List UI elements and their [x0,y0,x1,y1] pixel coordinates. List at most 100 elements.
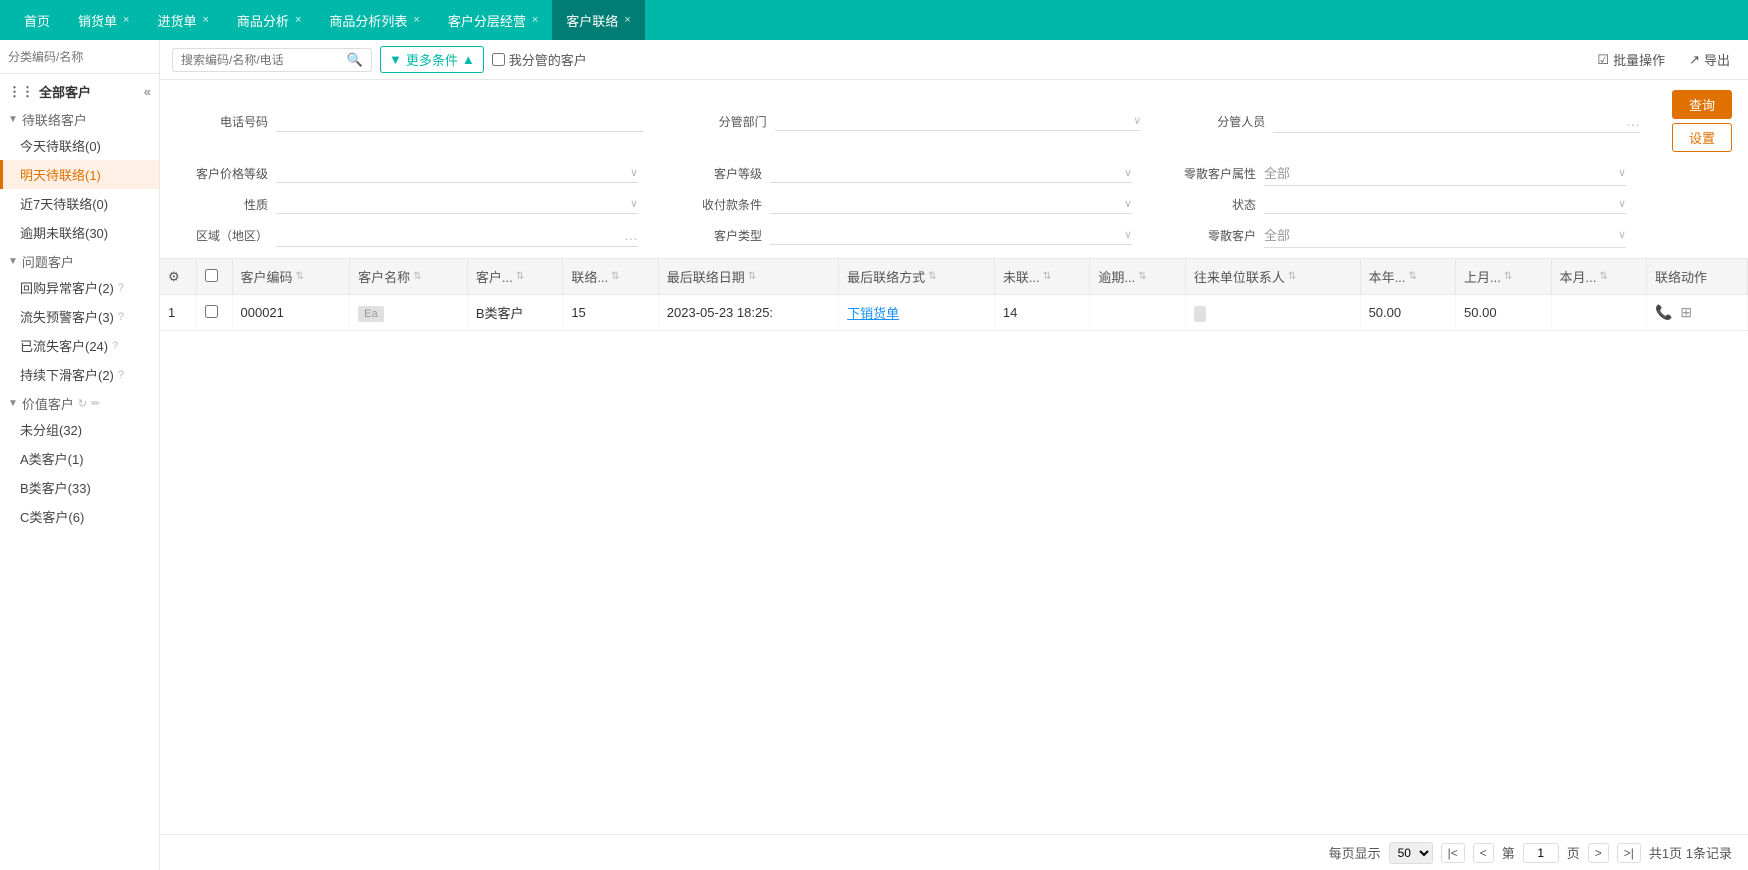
nav-purchase-order[interactable]: 进货单 × [143,0,222,40]
sidebar-item-class-c[interactable]: C类客户(6) [0,502,159,531]
sidebar-item-7days[interactable]: 近7天待联络(0) [0,189,159,218]
next-page-button[interactable]: > [1588,843,1609,863]
sidebar-item-repurchase-anomaly[interactable]: 回购异常客户(2) ? [0,273,159,302]
chevron-down-icon-5: ∨ [630,197,638,210]
phone-input[interactable] [276,111,643,132]
manager-dots-icon[interactable]: … [1626,113,1640,129]
customer-level-select[interactable]: ∨ [770,163,1132,183]
filter-row-1: 电话号码 分管部门 ∨ 分管人员 … [176,90,1732,152]
close-product-analysis-icon[interactable]: × [295,14,301,26]
region-dots-icon[interactable]: … [624,227,638,243]
col-settings[interactable]: ⚙ [160,259,196,295]
search-icon[interactable]: 🔍 [347,52,363,68]
my-customers-checkbox[interactable] [492,53,505,66]
page-number-input[interactable] [1523,843,1559,863]
batch-operation-button[interactable]: ☑ 批量操作 [1591,47,1671,72]
nav-customer-stratification[interactable]: 客户分层经营 × [434,0,552,40]
first-page-button[interactable]: |< [1441,843,1465,863]
table-area: ⚙ 客户编码 ⇅ 客户名称 ⇅ [160,259,1748,834]
close-customer-contact-icon[interactable]: × [624,14,630,26]
page-size-select[interactable]: 50 [1389,842,1433,864]
retail-customer-select[interactable]: 全部 ∨ [1264,222,1626,248]
search-input[interactable] [181,53,343,67]
manager-label: 分管人员 [1173,113,1273,130]
cell-seq: 1 [160,295,196,331]
sidebar-item-tomorrow[interactable]: 明天待联络(1) [0,160,159,189]
sort-icon-unit-contact: ⇅ [1288,271,1296,282]
cell-overdue [1090,295,1185,331]
total-records-label: 共1页 1条记录 [1649,843,1732,862]
nav-product-analysis[interactable]: 商品分析 × [223,0,315,40]
my-customers-checkbox-label[interactable]: 我分管的客户 [492,50,587,69]
more-filters-button[interactable]: ▼ 更多条件 ▲ [380,46,484,73]
col-header-this-year: 本年... ⇅ [1360,259,1455,295]
status-label: 状态 [1164,196,1264,213]
sidebar-item-class-a[interactable]: A类客户(1) [0,444,159,473]
cell-this-month [1551,295,1646,331]
export-button[interactable]: ↗ 导出 [1683,47,1736,72]
sidebar-item-class-b[interactable]: B类客户(33) [0,473,159,502]
sidebar-item-today[interactable]: 今天待联络(0) [0,131,159,160]
main-layout: 🔍 ⋮⋮ 全部客户 « ▼ 待联络客户 今天待联络(0) 明天待联络(1) 近7… [0,40,1748,870]
close-purchase-order-icon[interactable]: × [202,14,208,26]
chevron-down-icon-4: ∨ [1618,166,1626,179]
col-header-overdue: 逾期... ⇅ [1090,259,1185,295]
retail-attr-select[interactable]: 全部 ∨ [1264,160,1626,186]
price-level-select[interactable]: ∨ [276,163,638,183]
row-checkbox[interactable] [205,305,218,318]
price-level-label: 客户价格等级 [176,165,276,182]
nature-select[interactable]: ∨ [276,194,638,214]
grid-action-icon[interactable]: ⊞ [1680,304,1692,321]
collapse-icon[interactable]: « [144,84,151,99]
prev-page-button[interactable]: < [1473,843,1494,863]
col-header-name: 客户名称 ⇅ [350,259,468,295]
select-all-checkbox[interactable] [205,269,218,282]
nav-product-analysis-list[interactable]: 商品分析列表 × [315,0,433,40]
payment-select[interactable]: ∨ [770,194,1132,214]
close-sales-order-icon[interactable]: × [123,14,129,26]
customer-type-select[interactable]: ∨ [770,225,1132,245]
phone-action-icon[interactable]: 📞 [1655,304,1672,321]
last-method-link[interactable]: 下销货单 [847,306,899,321]
filter-nature: 性质 ∨ [176,194,638,214]
question-icon-4: ? [118,369,124,381]
cell-checkbox [196,295,232,331]
sidebar-item-churned[interactable]: 已流失客户(24) ? [0,331,159,360]
sort-icon-this-year: ⇅ [1408,271,1416,282]
close-product-analysis-list-icon[interactable]: × [413,14,419,26]
close-customer-stratification-icon[interactable]: × [532,14,538,26]
sort-icon-code: ⇅ [296,271,304,282]
action-icons: 📞 ⊞ [1655,304,1739,321]
sort-icon-last-month: ⇅ [1504,271,1512,282]
filter-price-level: 客户价格等级 ∨ [176,163,638,183]
table-header-row: ⚙ 客户编码 ⇅ 客户名称 ⇅ [160,259,1748,295]
nav-sales-order[interactable]: 销货单 × [64,0,143,40]
customer-level-label: 客户等级 [670,165,770,182]
col-header-last-method: 最后联络方式 ⇅ [839,259,995,295]
sidebar-item-overdue[interactable]: 逾期未联络(30) [0,218,159,247]
setting-button[interactable]: 设置 [1672,123,1732,152]
col-header-contacts: 联络... ⇅ [563,259,658,295]
sidebar-item-declining[interactable]: 持续下滑客户(2) ? [0,360,159,389]
chevron-down-icon-2: ∨ [630,166,638,179]
chevron-down-icon-7: ∨ [1618,197,1626,210]
nav-home[interactable]: 首页 [10,0,64,40]
cell-last-month: 50.00 [1456,295,1551,331]
last-page-button[interactable]: >| [1617,843,1641,863]
sidebar-item-churn-warning[interactable]: 流失预警客户(3) ? [0,302,159,331]
refresh-icon[interactable]: ↻ [78,397,87,410]
nav-customer-contact[interactable]: 客户联络 × [552,0,644,40]
status-select[interactable]: ∨ [1264,194,1626,214]
dept-select[interactable]: ∨ [775,111,1142,131]
edit-icon[interactable]: ✏ [91,397,100,410]
sidebar-search-input[interactable] [8,50,160,64]
col-header-last-month: 上月... ⇅ [1456,259,1551,295]
query-button[interactable]: 查询 [1672,90,1732,119]
sidebar-item-ungrouped[interactable]: 未分组(32) [0,415,159,444]
sidebar: 🔍 ⋮⋮ 全部客户 « ▼ 待联络客户 今天待联络(0) 明天待联络(1) 近7… [0,40,160,870]
filter-payment: 收付款条件 ∨ [670,194,1132,214]
sort-icon-last-date: ⇅ [748,271,756,282]
filter-retail-customer: 零散客户 全部 ∨ [1164,222,1626,248]
nature-label: 性质 [176,196,276,213]
col-header-type: 客户... ⇅ [467,259,562,295]
